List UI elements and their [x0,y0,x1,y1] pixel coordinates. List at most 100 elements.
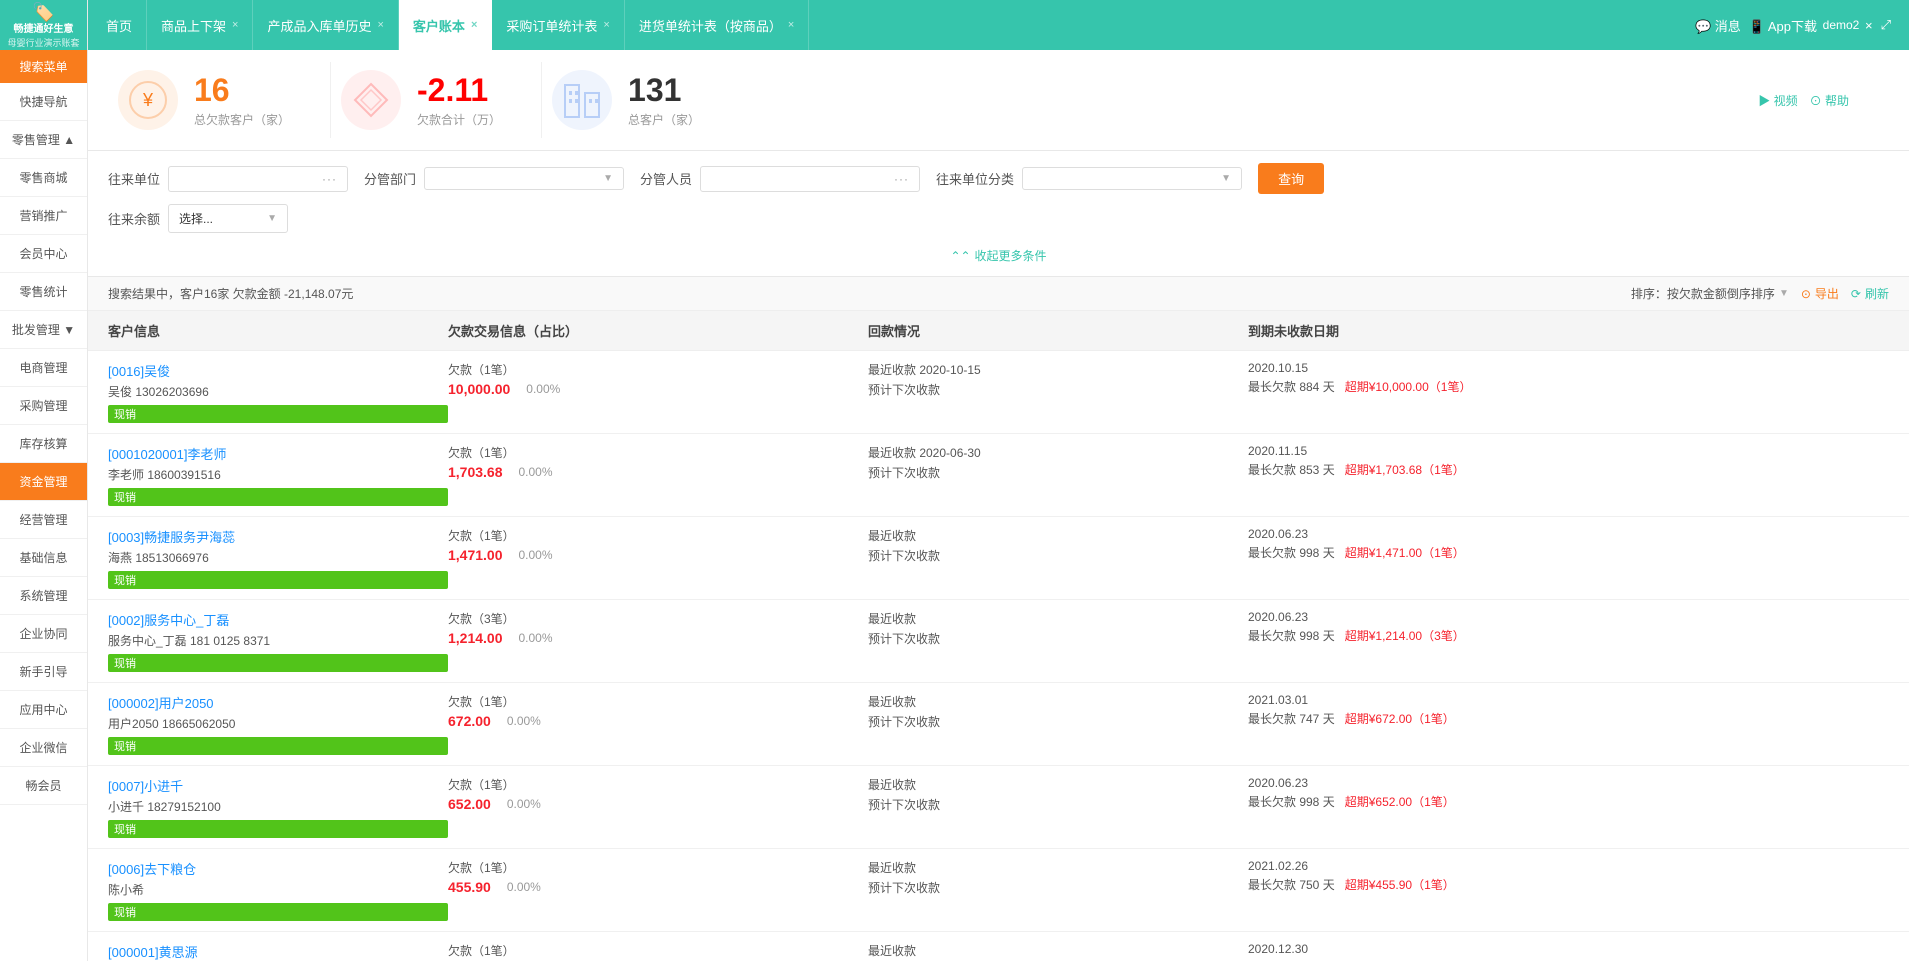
sidebar-item-newbie[interactable]: 新手引导 [0,653,87,691]
message-button[interactable]: 💬 消息 [1695,16,1741,35]
overdue-amount-link-0[interactable]: 超期¥10,000.00（1笔） [1345,380,1472,394]
customer-name-6[interactable]: [0006]去下粮仓 [108,859,448,878]
sidebar-quick-nav[interactable]: 快捷导航 [0,83,87,121]
balance-select[interactable]: 选择... ▼ [168,204,288,233]
sidebar-item-vip[interactable]: 畅会员 [0,767,87,805]
sidebar-item-purchase[interactable]: 采购管理 [0,387,87,425]
tab-home[interactable]: 首页 [98,0,147,50]
sidebar-label: 零售统计 [4,283,83,300]
overdue-info-2: 2020.06.23 最长欠款 998 天 超期¥1,471.00（1笔） [1248,527,1889,561]
filter-row-2: 往来余额 选择... ▼ [108,204,1889,233]
debt-count-0: 欠款（1笔） [448,361,868,378]
customer-badge-4: 现销 [108,737,448,755]
table-header: 客户信息 欠款交易信息（占比） 回款情况 到期未收款日期 [88,311,1909,351]
sidebar-item-members[interactable]: 会员中心 [0,235,87,273]
collapse-button[interactable]: ⌃⌃ 收起更多条件 [108,243,1889,272]
export-button[interactable]: ⊙ 导出 [1801,285,1839,302]
overdue-amount-link-6[interactable]: 超期¥455.90（1笔） [1345,878,1455,892]
sidebar-item-inventory[interactable]: 库存核算 [0,425,87,463]
content-area: ¥ 16 总欠款客户（家） [88,50,1909,961]
tab-close-icon[interactable]: × [603,19,609,31]
sidebar-item-marketing[interactable]: 营销推广 [0,197,87,235]
stat-text-total: 131 总客户（家） [628,72,700,128]
sidebar-item-apps[interactable]: 应用中心 [0,691,87,729]
sidebar-item-operation[interactable]: 经营管理 [0,501,87,539]
sidebar-item-batch-mgmt[interactable]: 批发管理 ▼ [0,311,87,349]
sidebar-item-retail-mgmt[interactable]: 零售管理 ▲ [0,121,87,159]
tab-close-icon[interactable]: × [232,19,238,31]
customer-name-0[interactable]: [0016]吴俊 [108,361,448,380]
customer-name-7[interactable]: [000001]黄思源 [108,942,448,961]
overdue-amount-link-4[interactable]: 超期¥672.00（1笔） [1345,712,1455,726]
stat-text-debt: -2.11 欠款合计（万） [417,72,501,128]
tab-close-icon[interactable]: × [471,19,477,31]
debt-info-2: 欠款（1笔） 1,471.00 0.00% [448,527,868,563]
overdue-info-6: 2021.02.26 最长欠款 750 天 超期¥455.90（1笔） [1248,859,1889,893]
debt-percent-5: 0.00% [507,797,541,811]
app-download-button[interactable]: 📱 App下载 [1749,16,1817,35]
customer-name-1[interactable]: [0001020001]李老师 [108,444,448,463]
stat-label-debt: 欠款合计（万） [417,111,501,128]
tab-customer-account[interactable]: 客户账本 × [399,0,492,50]
collapse-label: 收起更多条件 [975,247,1047,264]
customer-name-3[interactable]: [0002]服务中心_丁磊 [108,610,448,629]
tab-list: 首页 商品上下架 × 产成品入库单历史 × 客户账本 × 采购订单统计表 × [98,0,1695,50]
overdue-amount-link-5[interactable]: 超期¥652.00（1笔） [1345,795,1455,809]
sidebar-item-ecommerce[interactable]: 电商管理 [0,349,87,387]
balance-label: 往来余额 [108,209,160,228]
video-button[interactable]: ▶ 视频 [1758,92,1797,109]
recovery-last-2: 最近收款 [868,527,1248,544]
customer-name-2[interactable]: [0003]畅捷服务尹海蕊 [108,527,448,546]
unit-category-chevron-icon: ▼ [1221,173,1231,184]
unit-category-select[interactable]: ▼ [1022,167,1242,190]
overdue-days-3: 最长欠款 998 天 超期¥1,214.00（3笔） [1248,627,1889,644]
sort-selector[interactable]: 排序：按欠款金额倒序排序 ▼ [1631,285,1789,302]
sidebar-item-system[interactable]: 系统管理 [0,577,87,615]
sidebar-item-basic-info[interactable]: 基础信息 [0,539,87,577]
sidebar-label: 企业协同 [4,625,83,642]
tab-close-icon[interactable]: × [788,19,794,31]
sidebar-item-enterprise[interactable]: 企业协同 [0,615,87,653]
overdue-amount-link-1[interactable]: 超期¥1,703.68（1笔） [1345,463,1465,477]
tab-purchase-stats[interactable]: 进货单统计表（按商品） × [625,0,809,50]
stat-value-debt: -2.11 [417,72,501,109]
table-row: [000002]用户2050 用户2050 18665062050 现销 欠款（… [88,683,1909,766]
search-menu-button[interactable]: 搜索菜单 [0,50,87,83]
sidebar-item-capital[interactable]: 资金管理 [0,463,87,501]
tab-purchase-order[interactable]: 采购订单统计表 × [492,0,624,50]
window-expand-icon[interactable]: ⤢ [1881,17,1891,33]
source-unit-input[interactable]: ··· [168,166,348,192]
user-avatar[interactable]: demo2 [1825,9,1857,41]
collapse-up-icon: ⌃⌃ [950,249,970,263]
recovery-info-1: 最近收款 2020-06-30 预计下次收款 [868,444,1248,481]
customer-info-5: [0007]小进千 小进千 18279152100 现销 [108,776,448,838]
customer-name-5[interactable]: [0007]小进千 [108,776,448,795]
overdue-amount-link-3[interactable]: 超期¥1,214.00（3笔） [1345,629,1465,643]
manager-input[interactable]: ··· [700,166,920,192]
filter-unit-category: 往来单位分类 ▼ [936,167,1242,190]
tab-products-offline[interactable]: 商品上下架 × [147,0,253,50]
customer-badge-5: 现销 [108,820,448,838]
debt-row-2: 1,471.00 0.00% [448,547,868,563]
refresh-button[interactable]: ⟳ 刷新 [1851,285,1889,302]
dept-select[interactable]: ▼ [424,167,624,190]
customer-phone-2: 海燕 18513066976 [108,549,448,566]
debt-count-7: 欠款（1笔） [448,942,868,959]
sidebar-label: 企业微信 [4,739,83,756]
tab-close-icon[interactable]: × [377,19,383,31]
sidebar-item-wechat[interactable]: 企业微信 [0,729,87,767]
debt-percent-0: 0.00% [526,382,560,396]
debt-count-6: 欠款（1笔） [448,859,868,876]
overdue-amount-link-2[interactable]: 超期¥1,471.00（1笔） [1345,546,1465,560]
customer-name-4[interactable]: [000002]用户2050 [108,693,448,712]
sidebar-item-retail-store[interactable]: 零售商城 [0,159,87,197]
debt-count-2: 欠款（1笔） [448,527,868,544]
sidebar-item-retail-stats[interactable]: 零售统计 [0,273,87,311]
topbar-actions: 💬 消息 📱 App下载 demo2 × ⤢ [1695,9,1899,41]
tab-production-history[interactable]: 产成品入库单历史 × [253,0,398,50]
sidebar-label: 经营管理 [4,511,83,528]
window-close-icon[interactable]: × [1865,18,1873,33]
query-button[interactable]: 查询 [1258,163,1324,194]
help-button[interactable]: ⊙ 帮助 [1810,92,1849,109]
dept-chevron-icon: ▼ [603,173,613,184]
